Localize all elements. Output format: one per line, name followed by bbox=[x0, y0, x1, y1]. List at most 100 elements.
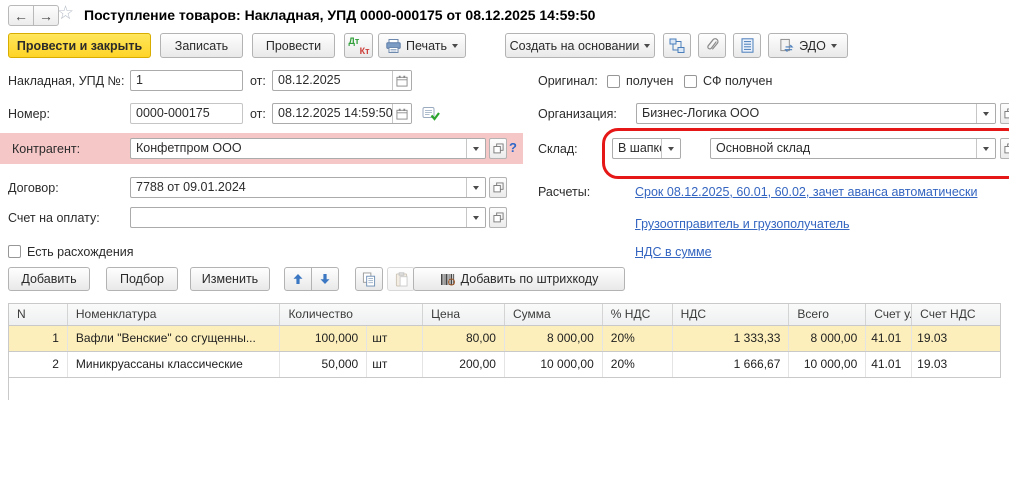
organization-open-button[interactable] bbox=[1000, 103, 1009, 124]
arrow-up-icon bbox=[293, 274, 303, 284]
dropdown-button[interactable] bbox=[466, 208, 485, 227]
auto-number-check-icon[interactable] bbox=[422, 105, 440, 122]
col-header-vat-rate[interactable]: % НДС bbox=[603, 304, 673, 325]
related-documents-button[interactable] bbox=[663, 33, 691, 58]
open-form-icon bbox=[1003, 143, 1009, 154]
doc-no-from-label: от: bbox=[250, 74, 266, 88]
add-row-button[interactable]: Добавить bbox=[8, 267, 90, 291]
col-header-price[interactable]: Цена bbox=[423, 304, 505, 325]
settlements-label: Расчеты: bbox=[538, 185, 591, 199]
col-header-account[interactable]: Счет у... bbox=[866, 304, 913, 325]
contract-label: Договор: bbox=[8, 181, 59, 195]
warehouse-input[interactable]: Основной склад bbox=[710, 138, 996, 159]
forward-icon: → bbox=[39, 7, 53, 24]
discrepancies-label: Есть расхождения bbox=[27, 245, 134, 259]
doc-no-input[interactable]: 1 bbox=[130, 70, 243, 91]
dropdown-button[interactable] bbox=[466, 139, 485, 158]
number-label: Номер: bbox=[8, 107, 50, 121]
document-list-icon bbox=[741, 38, 754, 53]
contract-open-button[interactable] bbox=[489, 177, 507, 198]
write-button[interactable]: Записать bbox=[160, 33, 243, 58]
table-row[interactable]: 1 Вафли "Венские" со сгущенны... 100,000… bbox=[8, 326, 1001, 352]
paste-rows-button[interactable] bbox=[387, 267, 415, 291]
paste-icon bbox=[395, 271, 408, 286]
add-by-barcode-button[interactable]: Добавить по штрихкоду bbox=[413, 267, 625, 291]
chevron-down-icon bbox=[644, 43, 651, 48]
edo-button[interactable]: ЭДО bbox=[768, 33, 848, 58]
original-received-checkbox[interactable] bbox=[607, 75, 620, 88]
items-table-header: N Номенклатура Количество Цена Сумма % Н… bbox=[8, 303, 1001, 326]
arrow-down-icon bbox=[320, 274, 330, 284]
copy-icon bbox=[362, 272, 376, 287]
back-button[interactable]: ← bbox=[8, 5, 34, 26]
attachments-button[interactable] bbox=[698, 33, 726, 58]
chevron-down-icon bbox=[473, 185, 479, 190]
warehouse-open-button[interactable] bbox=[1000, 138, 1009, 159]
barcode-icon bbox=[440, 273, 456, 286]
col-header-n[interactable]: N bbox=[9, 304, 68, 325]
counterparty-open-button[interactable] bbox=[489, 138, 507, 159]
organization-input[interactable]: Бизнес-Логика ООО bbox=[636, 103, 996, 124]
post-button[interactable]: Провести bbox=[252, 33, 335, 58]
chevron-down-icon bbox=[473, 146, 479, 151]
copy-rows-button[interactable] bbox=[355, 267, 383, 291]
paperclip-icon bbox=[705, 38, 720, 53]
number-input[interactable]: 0000-000175 bbox=[130, 103, 243, 124]
number-date-input[interactable]: 08.12.2025 14:59:50 bbox=[272, 103, 412, 124]
open-form-icon bbox=[492, 182, 504, 193]
consignor-link[interactable]: Грузоотправитель и грузополучатель bbox=[635, 216, 850, 232]
number-from-label: от: bbox=[250, 107, 266, 121]
calendar-icon[interactable] bbox=[392, 71, 411, 90]
dropdown-button[interactable] bbox=[661, 139, 680, 158]
chevron-down-icon bbox=[473, 215, 479, 220]
contract-input[interactable]: 7788 от 09.01.2024 bbox=[130, 177, 486, 198]
forward-button[interactable]: → bbox=[33, 5, 59, 26]
notes-button[interactable] bbox=[733, 33, 761, 58]
col-header-total[interactable]: Всего bbox=[789, 304, 867, 325]
dropdown-button[interactable] bbox=[976, 104, 995, 123]
chevron-down-icon bbox=[830, 43, 837, 48]
payment-invoice-input[interactable] bbox=[130, 207, 486, 228]
payment-invoice-open-button[interactable] bbox=[489, 207, 507, 228]
calendar-icon[interactable] bbox=[392, 104, 411, 123]
vat-in-amount-link[interactable]: НДС в сумме bbox=[635, 244, 712, 260]
open-form-icon bbox=[1003, 108, 1009, 119]
doc-date-input[interactable]: 08.12.2025 bbox=[272, 70, 412, 91]
sf-received-label: СФ получен bbox=[703, 74, 773, 88]
related-documents-icon bbox=[669, 38, 685, 54]
organization-label: Организация: bbox=[538, 107, 617, 121]
print-button[interactable]: Печать bbox=[378, 33, 466, 58]
move-down-button[interactable] bbox=[311, 267, 339, 291]
warehouse-mode-select[interactable]: В шапке bbox=[612, 138, 681, 159]
dropdown-button[interactable] bbox=[976, 139, 995, 158]
move-up-button[interactable] bbox=[284, 267, 312, 291]
settlements-link[interactable]: Срок 08.12.2025, 60.01, 60.02, зачет ава… bbox=[635, 184, 977, 200]
dt-kt-button[interactable]: Дт Кт bbox=[344, 33, 373, 58]
payment-invoice-label: Счет на оплату: bbox=[8, 211, 100, 225]
counterparty-input[interactable]: Конфетпром ООО bbox=[130, 138, 486, 159]
col-header-item[interactable]: Номенклатура bbox=[68, 304, 281, 325]
back-icon: ← bbox=[14, 7, 28, 24]
sf-received-checkbox[interactable] bbox=[684, 75, 697, 88]
dt-kt-icon: Дт Кт bbox=[348, 35, 370, 56]
col-header-vat-account[interactable]: Счет НДС bbox=[912, 304, 1000, 325]
doc-no-label: Накладная, УПД №: bbox=[8, 74, 125, 88]
chevron-down-icon bbox=[668, 146, 674, 151]
col-header-amount[interactable]: Сумма bbox=[505, 304, 603, 325]
table-row[interactable]: 2 Миникруассаны классические 50,000 шт 2… bbox=[8, 352, 1001, 378]
chevron-down-icon bbox=[451, 43, 458, 48]
create-based-on-button[interactable]: Создать на основании bbox=[505, 33, 655, 58]
chevron-down-icon bbox=[983, 146, 989, 151]
favorite-star-icon[interactable]: ☆ bbox=[57, 2, 74, 25]
open-form-icon bbox=[492, 143, 504, 154]
discrepancies-checkbox[interactable] bbox=[8, 245, 21, 258]
counterparty-label: Контрагент: bbox=[12, 142, 81, 156]
edo-icon bbox=[779, 38, 794, 53]
pick-button[interactable]: Подбор bbox=[106, 267, 178, 291]
counterparty-help-button[interactable]: ? bbox=[509, 140, 517, 155]
col-header-vat[interactable]: НДС bbox=[673, 304, 790, 325]
edit-row-button[interactable]: Изменить bbox=[190, 267, 270, 291]
col-header-qty[interactable]: Количество bbox=[280, 304, 424, 325]
dropdown-button[interactable] bbox=[466, 178, 485, 197]
post-and-close-button[interactable]: Провести и закрыть bbox=[8, 33, 151, 58]
